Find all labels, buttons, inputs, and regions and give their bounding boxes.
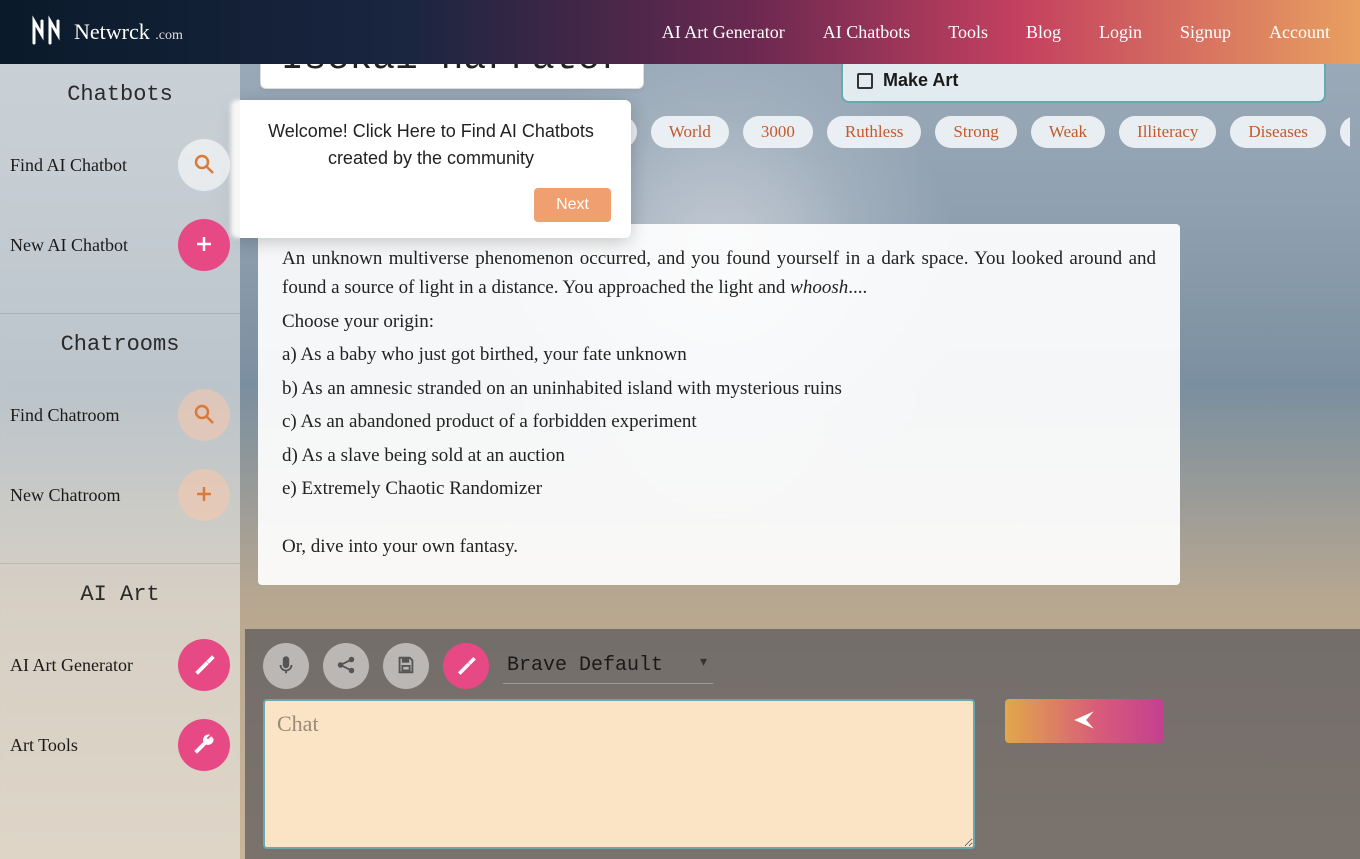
chat-bar: Brave Default (245, 629, 1360, 859)
nav-tools[interactable]: Tools (948, 22, 988, 43)
story-intro-post: .... (848, 277, 867, 298)
popover-next-button[interactable]: Next (534, 188, 611, 222)
save-button[interactable] (383, 643, 429, 689)
nav-signup[interactable]: Signup (1180, 22, 1231, 43)
story-option-a: a) As a baby who just got birthed, your … (282, 340, 1156, 369)
sidebar-item-find-ai-chatbot[interactable]: Find AI Chatbot (0, 125, 240, 205)
make-art-label: Make Art (883, 70, 958, 91)
mic-icon (275, 654, 297, 679)
nav-login[interactable]: Login (1099, 22, 1142, 43)
sidebar-item-art-tools[interactable]: Art Tools (0, 705, 240, 785)
story-intro-pre: An unknown multiverse phenomenon occurre… (282, 248, 1156, 298)
voice-select-wrap[interactable]: Brave Default (503, 648, 713, 684)
brand-name: Netwrck (74, 19, 150, 44)
send-button[interactable] (1005, 699, 1163, 743)
sidebar-section-ai-art: AI Art AI Art Generator Art Tools (0, 582, 240, 785)
voice-select[interactable]: Brave Default (503, 648, 713, 684)
mic-button[interactable] (263, 643, 309, 689)
search-icon (192, 152, 216, 179)
nav-ai-chatbots[interactable]: AI Chatbots (823, 22, 911, 43)
sidebar-item-label: Find Chatroom (10, 405, 120, 426)
story-choose: Choose your origin: (282, 307, 1156, 336)
find-ai-chatbot-button[interactable] (178, 139, 230, 191)
left-sidebar: Chatbots Find AI Chatbot New AI Chatbot … (0, 64, 240, 859)
main-area: Isekai narrator Make Art me World 3000 R… (240, 64, 1360, 859)
tag-world[interactable]: World (651, 116, 729, 148)
sidebar-item-find-chatroom[interactable]: Find Chatroom (0, 375, 240, 455)
brush-icon (192, 652, 216, 679)
tag-illiteracy[interactable]: Illiteracy (1119, 116, 1216, 148)
popover-text: Welcome! Click Here to Find AI Chatbots … (251, 118, 611, 172)
tag-3000[interactable]: 3000 (743, 116, 813, 148)
story-option-b: b) As an amnesic stranded on an uninhabi… (282, 374, 1156, 403)
sidebar-item-new-ai-chatbot[interactable]: New AI Chatbot (0, 205, 240, 285)
logo-icon (30, 15, 64, 49)
tag-strong[interactable]: Strong (935, 116, 1016, 148)
checkbox-icon[interactable] (857, 73, 873, 89)
welcome-popover: Welcome! Click Here to Find AI Chatbots … (231, 100, 631, 238)
sidebar-heading-ai-art: AI Art (0, 582, 240, 607)
chat-tools: Brave Default (263, 643, 1342, 689)
sidebar-heading-chatrooms: Chatrooms (0, 332, 240, 357)
plus-icon (192, 482, 216, 509)
search-icon (192, 402, 216, 429)
sidebar-item-label: New Chatroom (10, 485, 120, 506)
tag-diseases[interactable]: Diseases (1230, 116, 1325, 148)
top-header: Netwrck .com AI Art Generator AI Chatbot… (0, 0, 1360, 64)
share-icon (335, 654, 357, 679)
new-ai-chatbot-button[interactable] (178, 219, 230, 271)
story-option-c: c) As an abandoned product of a forbidde… (282, 407, 1156, 436)
story-intro: An unknown multiverse phenomenon occurre… (282, 244, 1156, 303)
sidebar-item-label: AI Art Generator (10, 655, 133, 676)
send-icon (1071, 707, 1097, 736)
save-icon (395, 654, 417, 679)
brand-text: Netwrck .com (74, 19, 183, 45)
sidebar-item-new-chatroom[interactable]: New Chatroom (0, 455, 240, 535)
sidebar-section-chatrooms: Chatrooms Find Chatroom New Chatroom (0, 332, 240, 535)
chat-input[interactable] (263, 699, 975, 849)
plus-icon (192, 232, 216, 259)
ai-art-generator-button[interactable] (178, 639, 230, 691)
brand-logo[interactable]: Netwrck .com (30, 15, 183, 49)
chat-row (263, 699, 1342, 849)
sidebar-divider (0, 563, 240, 564)
sidebar-heading-chatbots: Chatbots (0, 82, 240, 107)
share-button[interactable] (323, 643, 369, 689)
brush-button[interactable] (443, 643, 489, 689)
story-or: Or, dive into your own fantasy. (282, 532, 1156, 561)
find-chatroom-button[interactable] (178, 389, 230, 441)
tag-ruthless[interactable]: Ruthless (827, 116, 922, 148)
story-option-d: d) As a slave being sold at an auction (282, 441, 1156, 470)
story-card: An unknown multiverse phenomenon occurre… (258, 224, 1180, 585)
nav-account[interactable]: Account (1269, 22, 1330, 43)
new-chatroom-button[interactable] (178, 469, 230, 521)
tag-weak[interactable]: Weak (1031, 116, 1105, 148)
sidebar-section-chatbots: Chatbots Find AI Chatbot New AI Chatbot (0, 82, 240, 285)
nav-ai-art-generator[interactable]: AI Art Generator (662, 22, 785, 43)
make-art-toggle[interactable]: Make Art (841, 58, 1326, 103)
tags-row: me World 3000 Ruthless Strong Weak Illit… (590, 116, 1350, 148)
story-option-e: e) Extremely Chaotic Randomizer (282, 474, 1156, 503)
tag-magic[interactable]: Magic (1340, 116, 1350, 148)
sidebar-item-label: Art Tools (10, 735, 78, 756)
sidebar-item-label: Find AI Chatbot (10, 155, 127, 176)
sidebar-divider (0, 313, 240, 314)
sidebar-item-label: New AI Chatbot (10, 235, 128, 256)
top-nav: AI Art Generator AI Chatbots Tools Blog … (662, 22, 1330, 43)
story-intro-em: whoosh (790, 277, 848, 298)
brand-suffix: .com (155, 28, 183, 43)
brush-icon (455, 654, 477, 679)
wrench-icon (192, 732, 216, 759)
sidebar-item-ai-art-generator[interactable]: AI Art Generator (0, 625, 240, 705)
art-tools-button[interactable] (178, 719, 230, 771)
nav-blog[interactable]: Blog (1026, 22, 1061, 43)
